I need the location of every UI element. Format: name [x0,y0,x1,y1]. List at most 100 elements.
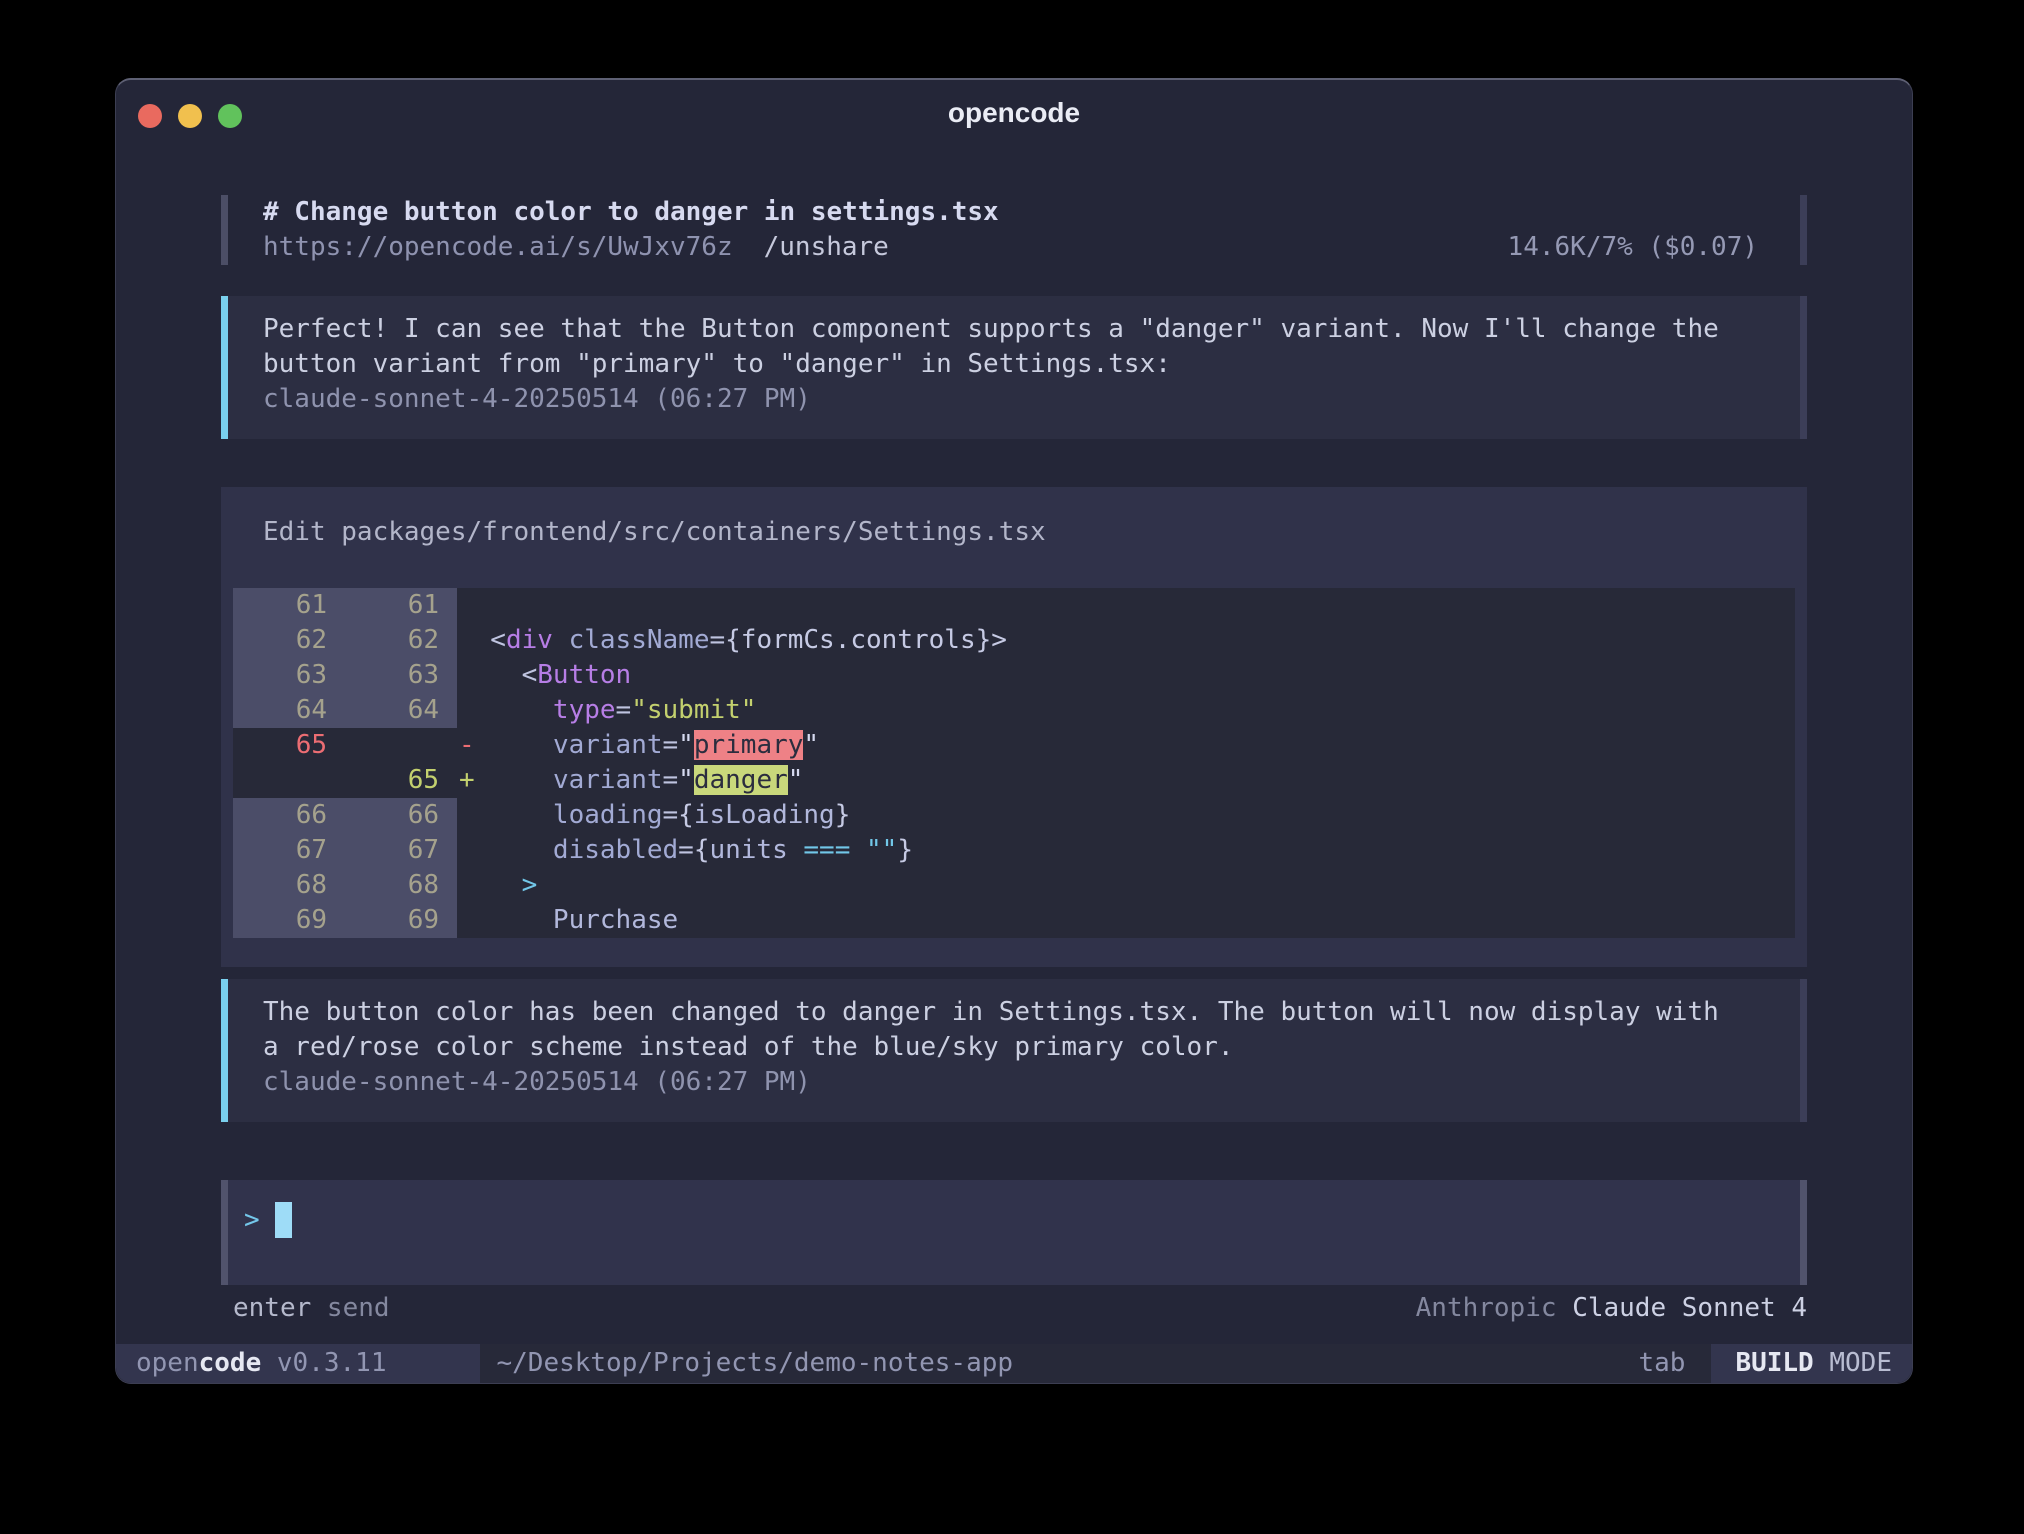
code-token [553,625,569,655]
diff-code-line: > [457,868,1795,903]
assistant-message: The button color has been changed to dan… [221,979,1807,1122]
code-token: = [663,800,679,830]
diff-old-lineno: 66 [233,798,345,833]
app-name-open: open [136,1346,199,1381]
diff-code-line: <Button [457,658,1795,693]
send-action-label: send [311,1291,389,1326]
code-token [459,800,553,830]
code-token: isLoading [694,800,835,830]
message-right-bar [1800,296,1807,439]
code-token: units [709,835,787,865]
diff-new-lineno: 69 [345,903,457,938]
diff-old-lineno: 68 [233,868,345,903]
diff-row: 6868 > [233,868,1795,903]
diff-old-lineno [233,763,345,798]
enter-key-hint: enter [233,1291,311,1326]
header-right-bar [1800,195,1807,265]
diff-code-line: <div className={formCs.controls}> [457,623,1795,658]
status-bar: opencode v0.3.11 ~/Desktop/Projects/demo… [116,1344,1912,1383]
prompt-input[interactable]: > [221,1180,1807,1285]
code-token [459,905,553,935]
keybind-footer: enter send Anthropic Claude Sonnet 4 [221,1291,1807,1326]
mode-chip[interactable]: BUILD MODE [1711,1344,1912,1383]
code-token: type [553,695,616,725]
code-token: = [663,730,679,760]
edit-diff-card: Edit packages/frontend/src/containers/Se… [221,487,1807,967]
code-token: disabled [553,835,678,865]
diff-row: 6464 type="submit" [233,693,1795,728]
header-left-bar [221,195,228,265]
message-text-line: The button color has been changed to dan… [263,995,1758,1030]
diff-new-lineno: 67 [345,833,457,868]
code-token [475,765,553,795]
code-token: {formCs.controls}> [725,625,1007,655]
diff-row: 6969 Purchase [233,903,1795,938]
code-token: = [678,835,694,865]
diff-table: 61616262 <div className={formCs.controls… [233,588,1795,938]
code-token: " [788,765,804,795]
diff-old-lineno: 67 [233,833,345,868]
provider-label: Anthropic [1416,1291,1573,1326]
diff-new-lineno: 64 [345,693,457,728]
code-token: { [678,800,694,830]
code-token: div [506,625,553,655]
window-title: opencode [116,80,1912,146]
code-token: < [459,660,537,690]
diff-row: 6767 disabled={units === ""} [233,833,1795,868]
diff-new-lineno: 61 [345,588,457,623]
code-token: " [803,730,819,760]
code-token: Purchase [553,905,678,935]
code-token: < [459,625,506,655]
diff-code-line: Purchase [457,903,1795,938]
code-token: = [616,695,632,725]
unshare-command-hint: /unshare [764,230,889,265]
code-token: - [459,730,475,760]
code-token: = [663,765,679,795]
mode-name: BUILD [1735,1346,1813,1381]
code-token: "submit" [631,695,756,725]
diff-row: 6666 loading={isLoading} [233,798,1795,833]
code-token [788,835,804,865]
code-token: + [459,765,475,795]
session-title: # Change button color to danger in setti… [263,195,1800,230]
message-text-line: a red/rose color scheme instead of the b… [263,1030,1758,1065]
code-token: { [694,835,710,865]
code-token: "" [866,835,897,865]
input-left-bar [221,1180,228,1285]
session-header: # Change button color to danger in setti… [221,195,1807,265]
diff-code-line: disabled={units === ""} [457,833,1795,868]
app-version-chip: opencode v0.3.11 [116,1344,480,1383]
message-model-timestamp: claude-sonnet-4-20250514 (06:27 PM) [263,382,1758,417]
diff-new-lineno: 68 [345,868,457,903]
session-content: # Change button color to danger in setti… [116,152,1912,1344]
code-token: > [522,870,538,900]
code-token: primary [694,730,804,760]
diff-code-line: + variant="danger" [457,763,1795,798]
prompt-caret: > [244,1203,275,1238]
diff-old-lineno: 69 [233,903,345,938]
diff-row: 65- variant="primary" [233,728,1795,763]
input-right-bar [1800,1180,1807,1285]
diff-old-lineno: 64 [233,693,345,728]
message-accent-bar [221,296,228,439]
code-token: variant [553,730,663,760]
diff-code-line: type="submit" [457,693,1795,728]
code-token: === [803,835,850,865]
diff-new-lineno: 65 [345,763,457,798]
diff-old-lineno: 61 [233,588,345,623]
diff-new-lineno: 62 [345,623,457,658]
model-label: Claude Sonnet 4 [1572,1291,1807,1326]
app-version: v0.3.11 [261,1346,386,1381]
app-name-code: code [199,1346,262,1381]
diff-code-line: loading={isLoading} [457,798,1795,833]
title-bar: opencode [116,80,1912,152]
token-usage-cost: 14.6K/7% ($0.07) [1508,230,1800,265]
share-url-link[interactable]: https://opencode.ai/s/UwJxv76z [263,230,733,265]
message-right-bar [1800,979,1807,1122]
code-token: = [709,625,725,655]
code-token: } [835,800,851,830]
message-model-timestamp: claude-sonnet-4-20250514 (06:27 PM) [263,1065,1758,1100]
tab-key-hint[interactable]: tab [1638,1344,1685,1383]
code-token: danger [694,765,788,795]
mode-suffix: MODE [1814,1346,1892,1381]
